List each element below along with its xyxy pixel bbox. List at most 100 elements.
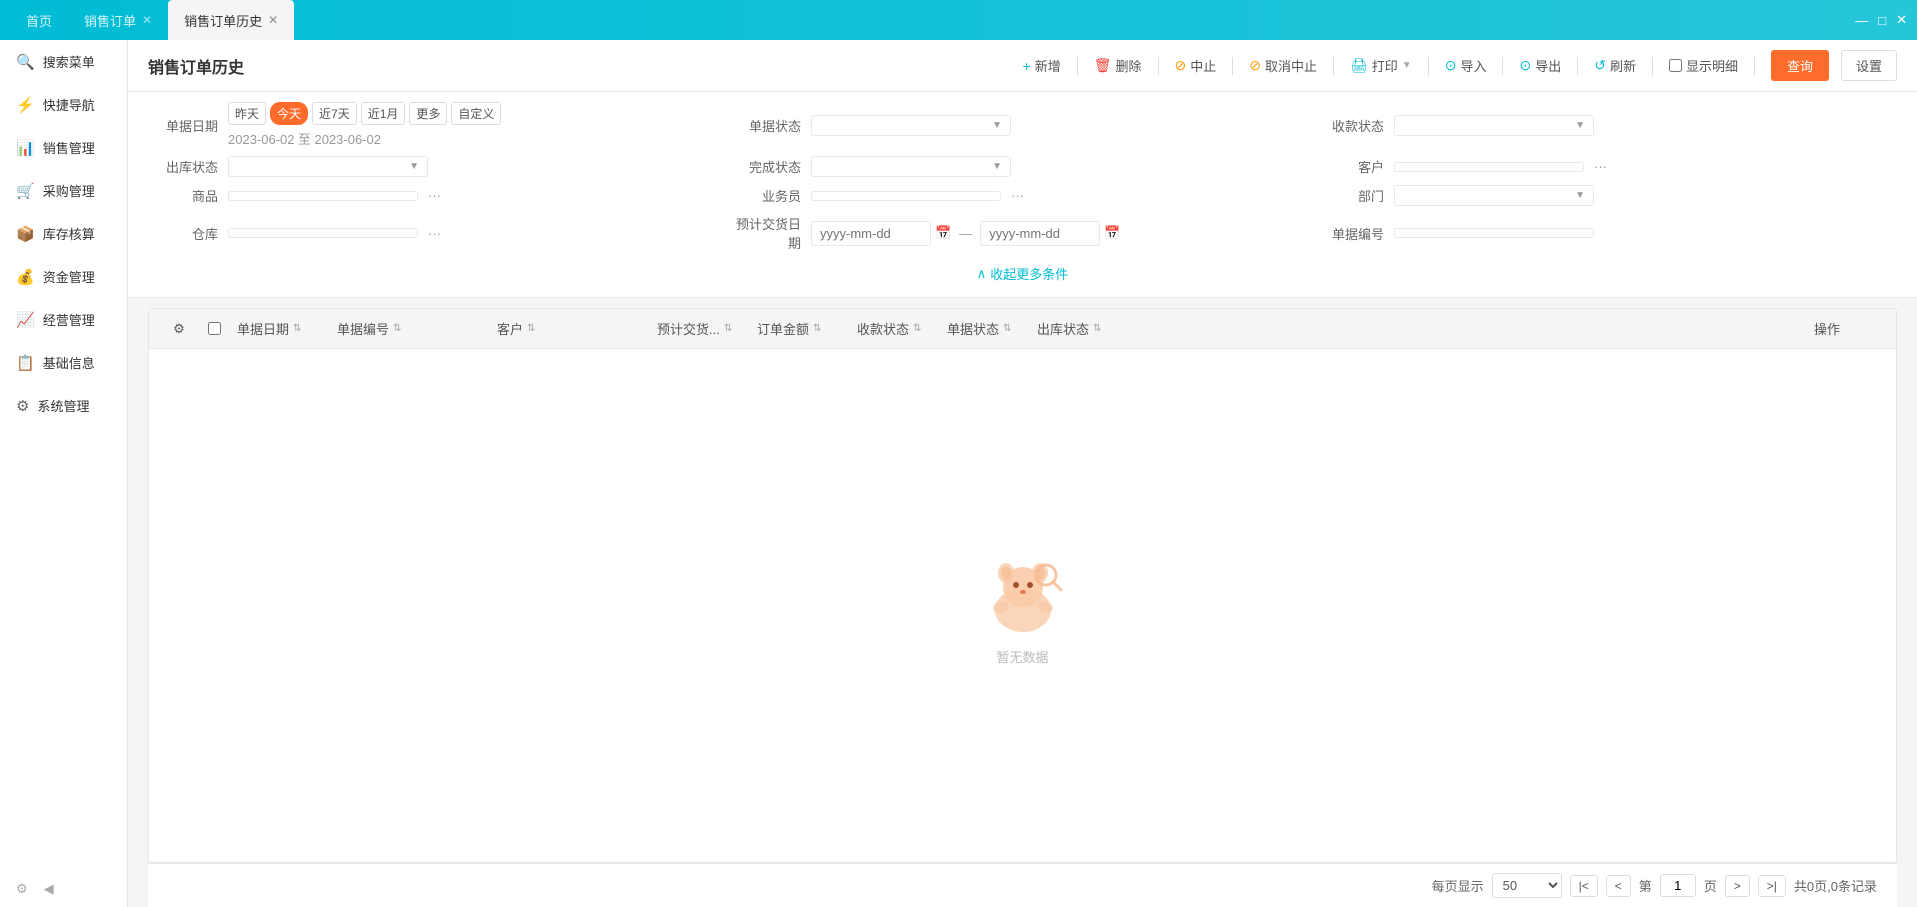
- table-header: ⚙ 单据日期 ⇅ 单据编号 ⇅ 客户 ⇅ 预计交货...: [149, 309, 1896, 349]
- empty-illustration: [973, 545, 1073, 635]
- th-settings[interactable]: ⚙: [159, 321, 199, 337]
- select-bill-status[interactable]: ▼: [811, 115, 1011, 136]
- delivery-date-to[interactable]: [980, 221, 1100, 246]
- th-actions: 操作: [1806, 319, 1886, 338]
- btn-refresh[interactable]: ↺ 刷新: [1594, 56, 1636, 75]
- select-out-status[interactable]: ▼: [228, 156, 428, 177]
- btn-add[interactable]: + 新增: [1023, 56, 1061, 75]
- minimize-icon[interactable]: —: [1855, 13, 1868, 28]
- tab-home[interactable]: 首页: [10, 0, 68, 40]
- divider-3: [1232, 57, 1233, 75]
- display-cols-label: 显示明细: [1686, 56, 1738, 75]
- th-check[interactable]: [199, 322, 229, 335]
- th-actions-label: 操作: [1814, 319, 1840, 338]
- btn-delete[interactable]: 🗑 删除: [1094, 56, 1142, 75]
- close-window-icon[interactable]: ✕: [1896, 12, 1907, 28]
- btn-7days[interactable]: 近7天: [312, 102, 357, 125]
- tab-sales-order-close[interactable]: ✕: [142, 13, 152, 27]
- finance-icon: 💰: [16, 268, 35, 286]
- th-delivery[interactable]: 预计交货... ⇅: [649, 319, 749, 338]
- th-amount[interactable]: 订单金额 ⇅: [749, 319, 849, 338]
- sidebar-item-purchase[interactable]: 🛒 采购管理: [0, 169, 127, 212]
- department-arrow-icon: ▼: [1575, 190, 1585, 201]
- tab-sales-order-history-close[interactable]: ✕: [268, 13, 278, 27]
- collapse-button[interactable]: ∧ 收起更多条件: [148, 260, 1897, 287]
- btn-stop[interactable]: ⊘ 中止: [1175, 56, 1217, 75]
- first-page-button[interactable]: |<: [1570, 875, 1598, 897]
- display-cols-input[interactable]: [1669, 59, 1682, 72]
- input-customer[interactable]: [1394, 162, 1584, 172]
- th-date[interactable]: 单据日期 ⇅: [229, 319, 329, 338]
- btn-more[interactable]: 更多: [409, 102, 447, 125]
- salesperson-dots-icon[interactable]: ···: [1007, 188, 1028, 203]
- th-out-status[interactable]: 出库状态 ⇅: [1029, 319, 1806, 338]
- btn-import[interactable]: ⊙ 导入: [1445, 56, 1487, 75]
- select-all-checkbox[interactable]: [208, 322, 221, 335]
- btn-1month[interactable]: 近1月: [361, 102, 406, 125]
- sort-amount-icon: ⇅: [813, 323, 821, 334]
- delivery-date-from[interactable]: [811, 221, 931, 246]
- sort-bill-icon: ⇅: [1003, 323, 1011, 334]
- btn-cancel-stop-label: 取消中止: [1265, 56, 1317, 75]
- sidebar-item-system[interactable]: ⚙ 系统管理: [0, 384, 127, 427]
- setting-button[interactable]: 设置: [1841, 50, 1897, 81]
- btn-custom[interactable]: 自定义: [451, 102, 501, 125]
- page-num-prefix: 第: [1639, 876, 1652, 895]
- next-page-button[interactable]: >: [1725, 875, 1750, 897]
- tab-sales-order-history-label: 销售订单历史: [184, 11, 262, 30]
- btn-cancel-stop[interactable]: ⊘ 取消中止: [1249, 56, 1317, 75]
- page-number-input[interactable]: 1: [1660, 874, 1696, 897]
- filter-bill-date: 昨天 今天 近7天 近1月 更多 自定义 2023-06-02 至 2023-0…: [228, 102, 711, 148]
- collapse-label: 收起更多条件: [990, 264, 1068, 283]
- calendar-from-icon[interactable]: 📅: [935, 225, 951, 241]
- th-bill-status[interactable]: 单据状态 ⇅: [939, 319, 1029, 338]
- query-button[interactable]: 查询: [1771, 50, 1829, 81]
- empty-text: 暂无数据: [996, 647, 1048, 666]
- select-department[interactable]: ▼: [1394, 185, 1594, 206]
- page-size-label: 每页显示: [1432, 876, 1484, 895]
- expand-icon[interactable]: □: [1878, 13, 1886, 28]
- divider-1: [1077, 57, 1078, 75]
- filter-customer: ···: [1394, 159, 1877, 174]
- btn-today[interactable]: 今天: [270, 102, 308, 125]
- btn-yesterday[interactable]: 昨天: [228, 102, 266, 125]
- input-salesperson[interactable]: [811, 191, 1001, 201]
- display-cols-checkbox[interactable]: 显示明细: [1669, 56, 1738, 75]
- calendar-to-icon[interactable]: 📅: [1104, 225, 1120, 241]
- customer-dots-icon[interactable]: ···: [1590, 159, 1611, 174]
- prev-page-button[interactable]: <: [1606, 875, 1631, 897]
- tab-sales-order[interactable]: 销售订单 ✕: [68, 0, 168, 40]
- sidebar-item-sales[interactable]: 📊 销售管理: [0, 126, 127, 169]
- btn-export[interactable]: ⊙ 导出: [1519, 56, 1561, 75]
- sidebar-item-inventory[interactable]: 📦 库存核算: [0, 212, 127, 255]
- th-customer[interactable]: 客户 ⇅: [489, 319, 649, 338]
- sort-payment-icon: ⇅: [913, 323, 921, 334]
- select-payment-status[interactable]: ▼: [1394, 115, 1594, 136]
- sidebar-settings-icon[interactable]: ⚙: [16, 881, 28, 897]
- operations-icon: 📈: [16, 311, 35, 329]
- main-layout: 🔍 搜索菜单 ⚡ 快捷导航 📊 销售管理 🛒 采购管理 📦 库存核算 💰 资金管…: [0, 40, 1917, 907]
- sidebar-item-operations[interactable]: 📈 经营管理: [0, 298, 127, 341]
- tab-sales-order-history[interactable]: 销售订单历史 ✕: [168, 0, 294, 40]
- print-icon: 🖨: [1350, 57, 1368, 74]
- sidebar-item-search[interactable]: 🔍 搜索菜单: [0, 40, 127, 83]
- btn-print[interactable]: 🖨 打印 ▼: [1350, 56, 1412, 75]
- sidebar-item-basic-info[interactable]: 📋 基础信息: [0, 341, 127, 384]
- sidebar-collapse-icon[interactable]: ◀: [44, 881, 54, 897]
- system-icon: ⚙: [16, 397, 29, 415]
- last-page-button[interactable]: >|: [1758, 875, 1786, 897]
- product-dots-icon[interactable]: ···: [424, 188, 445, 203]
- select-complete-status[interactable]: ▼: [811, 156, 1011, 177]
- input-bill-number[interactable]: [1394, 228, 1594, 238]
- th-date-label: 单据日期: [237, 319, 289, 338]
- sidebar-item-quick-nav[interactable]: ⚡ 快捷导航: [0, 83, 127, 126]
- warehouse-dots-icon[interactable]: ···: [424, 226, 445, 241]
- input-warehouse[interactable]: [228, 228, 418, 238]
- th-payment-status[interactable]: 收款状态 ⇅: [849, 319, 939, 338]
- page-size-select[interactable]: 50 10 20 100: [1492, 873, 1562, 898]
- filter-payment-status: ▼: [1394, 115, 1877, 136]
- btn-stop-label: 中止: [1190, 56, 1216, 75]
- th-number[interactable]: 单据编号 ⇅: [329, 319, 489, 338]
- input-product[interactable]: [228, 191, 418, 201]
- sidebar-item-finance[interactable]: 💰 资金管理: [0, 255, 127, 298]
